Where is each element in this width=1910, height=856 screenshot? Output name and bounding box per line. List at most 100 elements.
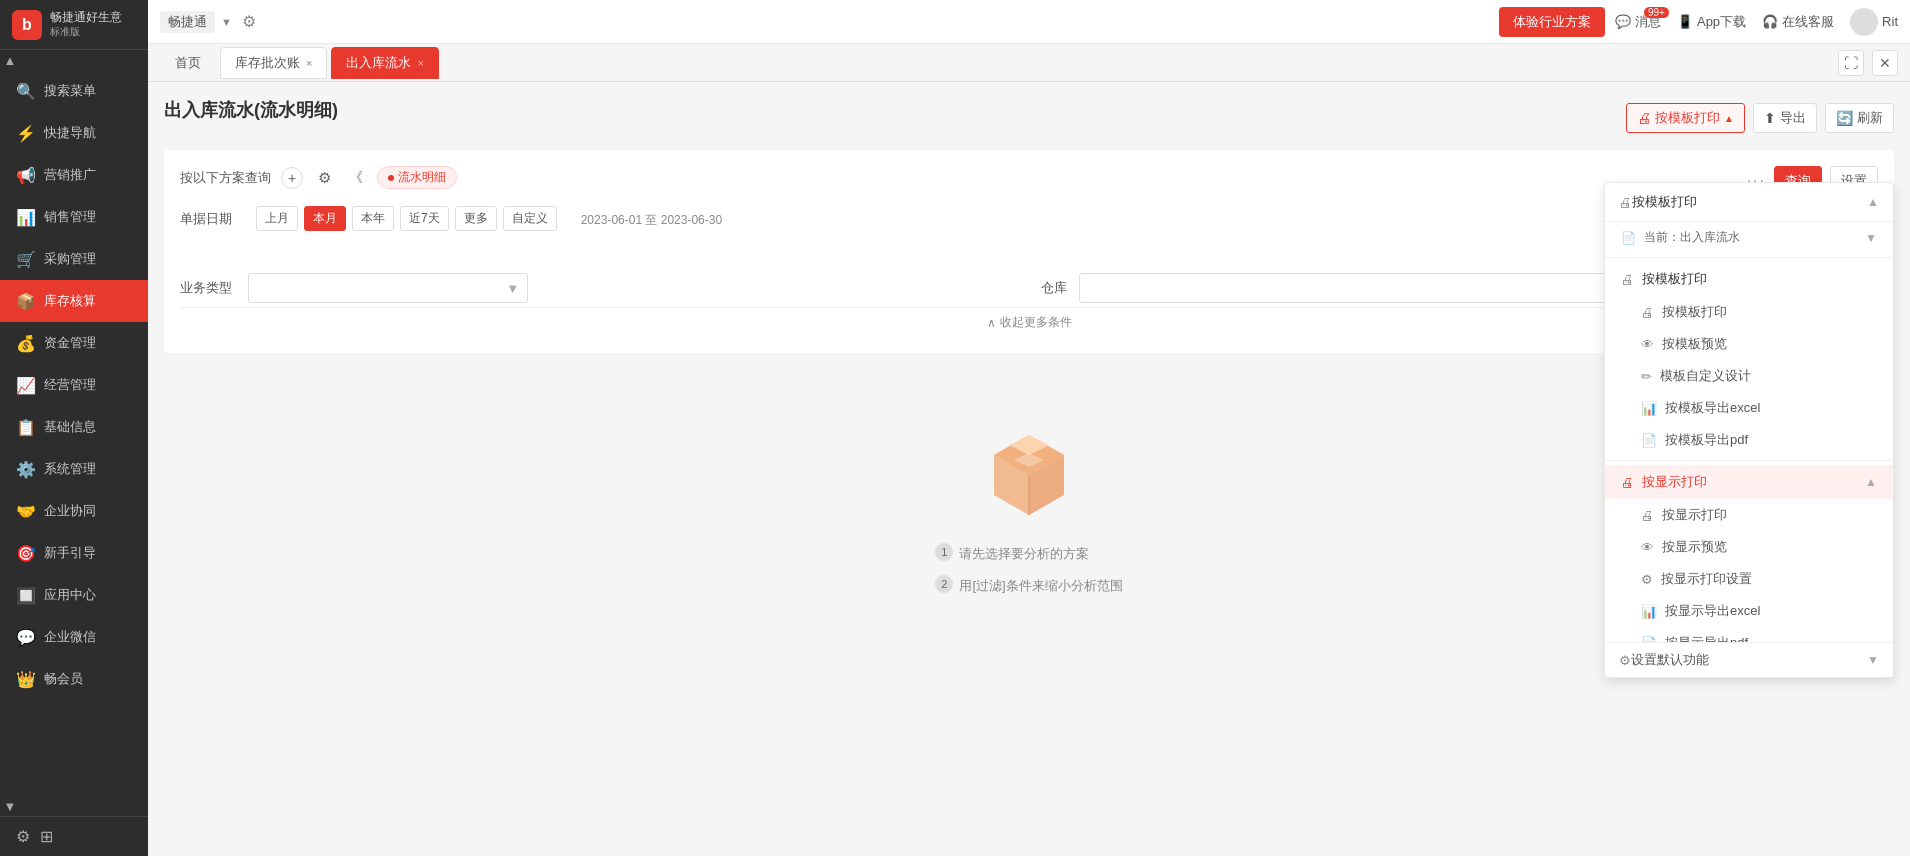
tab-home[interactable]: 首页 — [160, 47, 216, 79]
sidebar-item-wechat[interactable]: 💬 企业微信 — [0, 616, 148, 658]
dp-display-export-excel[interactable]: 📊 按显示导出excel — [1605, 595, 1893, 627]
sidebar-item-operations[interactable]: 📈 经营管理 — [0, 364, 148, 406]
tag-dot-icon — [388, 175, 394, 181]
app-download-btn[interactable]: 📱 App下载 — [1677, 13, 1746, 31]
phone-icon: 📱 — [1677, 14, 1693, 29]
sidebar-item-system[interactable]: ⚙️ 系统管理 — [0, 448, 148, 490]
template-print-btn[interactable]: 🖨 按模板打印 ▲ — [1626, 103, 1745, 133]
sidebar-item-member[interactable]: 👑 畅会员 — [0, 658, 148, 700]
dp-template-export-excel[interactable]: 📊 按模板导出excel — [1605, 392, 1893, 424]
tab-in-out-flow-close[interactable]: × — [417, 57, 423, 69]
logo-icon: b — [12, 10, 42, 40]
dp-template-custom[interactable]: ✏ 模板自定义设计 — [1605, 360, 1893, 392]
date-btn-this-month[interactable]: 本月 — [304, 206, 346, 231]
apps-icon: 🔲 — [16, 585, 36, 605]
user-name: 畅捷通 — [160, 11, 215, 33]
sidebar-item-inventory[interactable]: 📦 库存核算 — [0, 280, 148, 322]
filter-settings-icon[interactable]: ⚙ — [313, 167, 335, 189]
sidebar-bottom: ⚙ ⊞ — [0, 816, 148, 856]
settings-header-icon[interactable]: ⚙ — [242, 12, 256, 31]
refresh-icon: 🔄 — [1836, 110, 1853, 126]
guide-icon: 🎯 — [16, 543, 36, 563]
dp-template-print-header[interactable]: 🖨 按模板打印 — [1605, 262, 1893, 296]
sidebar-item-finance[interactable]: 💰 资金管理 — [0, 322, 148, 364]
maximize-window-btn[interactable]: ⛶ — [1838, 50, 1864, 76]
dp-display-export-pdf[interactable]: 📄 按显示导出pdf — [1605, 627, 1893, 642]
message-icon: 💬 — [1615, 14, 1631, 29]
biz-type-select[interactable]: ▼ — [248, 273, 528, 303]
filter-collapse-icon[interactable]: 《 — [345, 167, 367, 189]
dp-template-preview[interactable]: 👁 按模板预览 — [1605, 328, 1893, 360]
template-print-dropdown: 🖨 按模板打印 ▲ 📄 当前：出入库流水 ▼ 🖨 按模板打印 — [1604, 182, 1894, 678]
filter-biz-type-field: 业务类型 ▼ — [180, 273, 1017, 303]
dp-display-preview[interactable]: 👁 按显示预览 — [1605, 531, 1893, 563]
chevron-down-icon[interactable]: ▼ — [221, 16, 232, 28]
collapse-sidebar-icon[interactable]: ⊞ — [40, 827, 53, 846]
message-btn[interactable]: 💬 消息 99+ — [1615, 13, 1661, 31]
header-right: 💬 消息 99+ 📱 App下载 🎧 在线客服 Rit — [1615, 8, 1898, 36]
dp-display-print-settings[interactable]: ⚙ 按显示打印设置 — [1605, 563, 1893, 595]
sidebar-nav: 🔍 搜索菜单 ⚡ 快捷导航 📢 营销推广 📊 销售管理 🛒 采购管理 📦 库存核… — [0, 70, 148, 796]
dp-excel-icon: 📊 — [1641, 401, 1657, 416]
close-window-btn[interactable]: ✕ — [1872, 50, 1898, 76]
avatar — [1850, 8, 1878, 36]
dp-footer[interactable]: ⚙ 设置默认功能 ▼ — [1605, 642, 1893, 677]
page-content: 出入库流水(流水明细) 🖨 按模板打印 ▲ ⬆ 导出 🔄 刷新 — [148, 82, 1910, 856]
settings-gear-icon[interactable]: ⚙ — [16, 827, 30, 846]
date-label: 单据日期 — [180, 210, 240, 228]
export-icon: ⬆ — [1764, 110, 1776, 126]
export-btn[interactable]: ⬆ 导出 — [1753, 103, 1817, 133]
sidebar-item-marketing[interactable]: 📢 营销推广 — [0, 154, 148, 196]
flow-detail-tag[interactable]: 流水明细 — [377, 166, 457, 189]
warehouse-label: 仓库 — [1041, 279, 1071, 297]
sidebar-item-search[interactable]: 🔍 搜索菜单 — [0, 70, 148, 112]
app-logo: b 畅捷通好生意 标准版 — [0, 0, 148, 50]
date-btn-this-year[interactable]: 本年 — [352, 206, 394, 231]
system-icon: ⚙️ — [16, 459, 36, 479]
dp-current-template[interactable]: 📄 当前：出入库流水 ▼ — [1605, 222, 1893, 253]
scroll-up-btn[interactable]: ▲ — [0, 50, 20, 70]
filter-header-row: 按以下方案查询 + ⚙ 《 流水明细 — [180, 166, 1747, 189]
corp-icon: 🤝 — [16, 501, 36, 521]
dp-preview-icon: 👁 — [1641, 337, 1654, 352]
date-btn-custom[interactable]: 自定义 — [503, 206, 557, 231]
refresh-btn[interactable]: 🔄 刷新 — [1825, 103, 1894, 133]
scroll-down-btn[interactable]: ▼ — [0, 796, 20, 816]
sidebar-item-base[interactable]: 📋 基础信息 — [0, 406, 148, 448]
trial-industry-btn[interactable]: 体验行业方案 — [1499, 7, 1605, 37]
search-icon: 🔍 — [16, 81, 36, 101]
tabs-bar: 首页 库存批次账 × 出入库流水 × ⛶ ✕ — [148, 44, 1910, 82]
dp-display-print-action[interactable]: 🖨 按显示打印 — [1605, 499, 1893, 531]
sidebar-item-corp[interactable]: 🤝 企业协同 — [0, 490, 148, 532]
sidebar-item-sales[interactable]: 📊 销售管理 — [0, 196, 148, 238]
finance-icon: 💰 — [16, 333, 36, 353]
date-btn-last-month[interactable]: 上月 — [256, 206, 298, 231]
dp-current-icon: 📄 — [1621, 231, 1636, 245]
add-filter-btn[interactable]: + — [281, 167, 303, 189]
sidebar-item-guide[interactable]: 🎯 新手引导 — [0, 532, 148, 574]
date-btn-more[interactable]: 更多 — [455, 206, 497, 231]
page-title: 出入库流水(流水明细) — [164, 98, 338, 122]
shortcut-icon: ⚡ — [16, 123, 36, 143]
dp-display-print-icon: 🖨 — [1621, 475, 1634, 490]
dp-display-print-header[interactable]: 🖨 按显示打印 ▲ — [1605, 465, 1893, 499]
dp-template-print-action[interactable]: 🖨 按模板打印 — [1605, 296, 1893, 328]
online-service-btn[interactable]: 🎧 在线客服 — [1762, 13, 1834, 31]
sidebar-item-shortcut[interactable]: ⚡ 快捷导航 — [0, 112, 148, 154]
user-avatar-btn[interactable]: Rit — [1850, 8, 1898, 36]
print-icon: 🖨 — [1637, 110, 1651, 126]
dp-footer-chevron: ▼ — [1867, 653, 1879, 667]
sidebar-item-apps[interactable]: 🔲 应用中心 — [0, 574, 148, 616]
tab-inventory-batch[interactable]: 库存批次账 × — [220, 47, 327, 79]
tab-inventory-batch-close[interactable]: × — [306, 57, 312, 69]
tab-in-out-flow[interactable]: 出入库流水 × — [331, 47, 438, 79]
collapse-up-icon: ∧ — [987, 316, 996, 330]
sidebar-item-purchase[interactable]: 🛒 采购管理 — [0, 238, 148, 280]
date-btn-7days[interactable]: 近7天 — [400, 206, 449, 231]
date-options: 上月 本月 本年 近7天 更多 自定义 — [256, 206, 557, 231]
biz-type-label: 业务类型 — [180, 279, 240, 297]
filter-tag-area: 流水明细 — [377, 166, 457, 189]
dp-template-export-pdf[interactable]: 📄 按模板导出pdf — [1605, 424, 1893, 456]
member-icon: 👑 — [16, 669, 36, 689]
dp-divider-1 — [1605, 257, 1893, 258]
